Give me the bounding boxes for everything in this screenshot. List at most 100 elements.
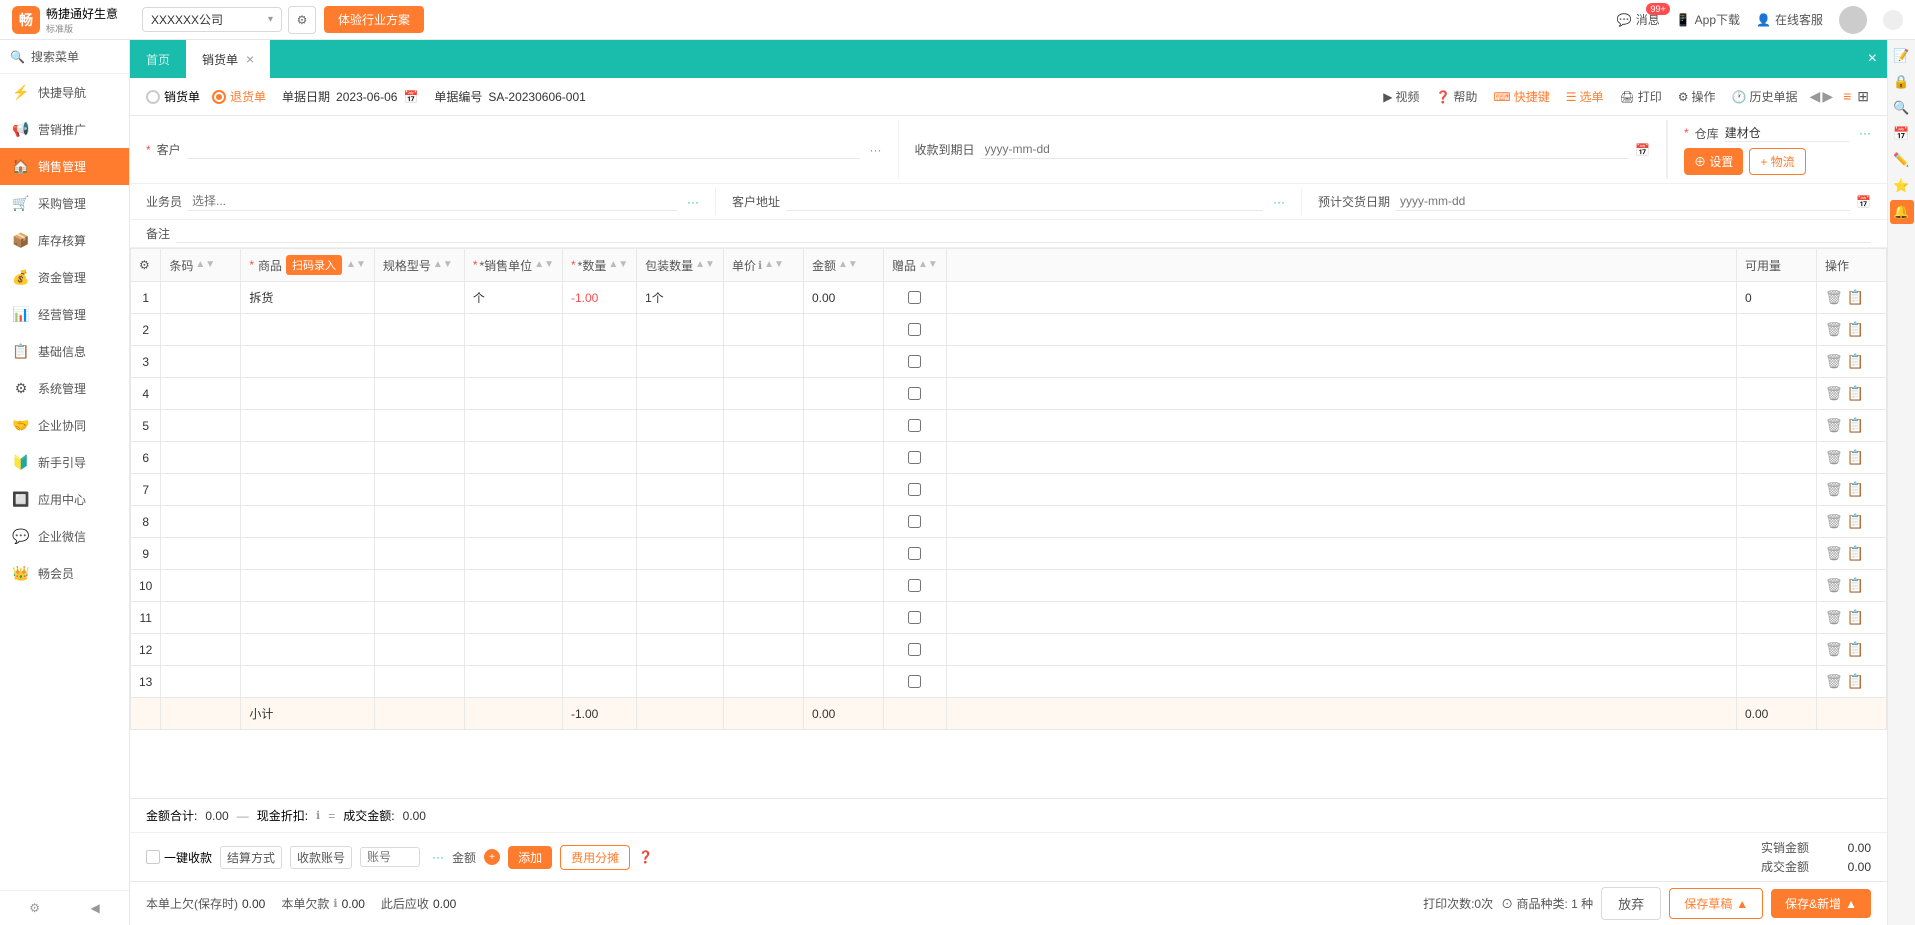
- customer-dots-icon[interactable]: ···: [870, 143, 882, 157]
- copy-row-3[interactable]: 📋: [1847, 353, 1864, 370]
- payment-method-select[interactable]: 结算方式: [220, 846, 282, 869]
- cell-qty-7[interactable]: [562, 474, 636, 506]
- cell-pack-3[interactable]: [637, 346, 724, 378]
- cell-price-1[interactable]: [723, 282, 803, 314]
- delete-row-9[interactable]: 🗑: [1825, 545, 1843, 562]
- sort-product[interactable]: ▲▼: [346, 260, 366, 270]
- sidebar-item-sales[interactable]: 🏠 销售管理: [0, 148, 129, 185]
- cell-qty-4[interactable]: [562, 378, 636, 410]
- cell-pack-4[interactable]: [637, 378, 724, 410]
- cell-barcode-1[interactable]: [161, 282, 241, 314]
- cell-gift-2[interactable]: [883, 314, 946, 346]
- prev-arrow[interactable]: ◀: [1810, 88, 1821, 105]
- cell-qty-10[interactable]: [562, 570, 636, 602]
- cell-qty-1[interactable]: -1.00: [562, 282, 636, 314]
- delete-row-10[interactable]: 🗑: [1825, 577, 1843, 594]
- rp-bell-icon[interactable]: 🔔: [1890, 200, 1914, 224]
- cell-unit-11[interactable]: [464, 602, 562, 634]
- close-all-tabs-button[interactable]: ×: [1868, 50, 1877, 68]
- rp-calendar-icon[interactable]: 📅: [1890, 122, 1914, 146]
- cell-amount-9[interactable]: [803, 538, 883, 570]
- cell-price-7[interactable]: [723, 474, 803, 506]
- cell-barcode-13[interactable]: [161, 666, 241, 698]
- copy-row-12[interactable]: 📋: [1847, 641, 1864, 658]
- delete-row-4[interactable]: 🗑: [1825, 385, 1843, 402]
- delete-row-8[interactable]: 🗑: [1825, 513, 1843, 530]
- discard-button[interactable]: 放弃: [1601, 887, 1661, 920]
- sidebar-item-basics[interactable]: 📋 基础信息: [0, 333, 129, 370]
- cell-price-12[interactable]: [723, 634, 803, 666]
- cell-spec-1[interactable]: [374, 282, 464, 314]
- sort-pack[interactable]: ▲▼: [695, 260, 715, 270]
- cell-qty-12[interactable]: [562, 634, 636, 666]
- cell-amount-5[interactable]: [803, 410, 883, 442]
- cell-amount-1[interactable]: 0.00: [803, 282, 883, 314]
- cell-spec-7[interactable]: [374, 474, 464, 506]
- cell-barcode-9[interactable]: [161, 538, 241, 570]
- save-new-button[interactable]: 保存&新增 ▲: [1771, 889, 1871, 918]
- one-click-checkbox[interactable]: [146, 850, 160, 864]
- cell-qty-11[interactable]: [562, 602, 636, 634]
- expense-split-btn[interactable]: 费用分摊: [560, 845, 630, 870]
- gift-checkbox-9[interactable]: [908, 547, 921, 560]
- next-arrow[interactable]: ▶: [1822, 88, 1833, 105]
- expected-cal-icon[interactable]: 📅: [1856, 195, 1871, 209]
- sort-barcode[interactable]: ▲▼: [195, 260, 215, 270]
- sidebar-item-apps[interactable]: 🔲 应用中心: [0, 481, 129, 518]
- grid-view-icon[interactable]: ⊞: [1855, 86, 1871, 107]
- cell-price-2[interactable]: [723, 314, 803, 346]
- user-menu-icon[interactable]: [1883, 10, 1903, 30]
- cell-pack-1[interactable]: 1个: [637, 282, 724, 314]
- copy-row-7[interactable]: 📋: [1847, 481, 1864, 498]
- gift-checkbox-10[interactable]: [908, 579, 921, 592]
- cell-product-12[interactable]: [241, 634, 374, 666]
- gift-checkbox-6[interactable]: [908, 451, 921, 464]
- sidebar-item-marketing[interactable]: 📢 营销推广: [0, 111, 129, 148]
- cell-pack-2[interactable]: [637, 314, 724, 346]
- gift-checkbox-4[interactable]: [908, 387, 921, 400]
- copy-row-5[interactable]: 📋: [1847, 417, 1864, 434]
- account-select[interactable]: 收款账号: [290, 846, 352, 869]
- help-btn[interactable]: ❓ 帮助: [1431, 86, 1481, 107]
- cell-price-9[interactable]: [723, 538, 803, 570]
- cell-gift-11[interactable]: [883, 602, 946, 634]
- copy-row-13[interactable]: 📋: [1847, 673, 1864, 690]
- salesperson-input[interactable]: [188, 192, 677, 211]
- sidebar-item-enterprise[interactable]: 🤝 企业协同: [0, 407, 129, 444]
- account-dots[interactable]: ···: [432, 850, 444, 864]
- cell-spec-3[interactable]: [374, 346, 464, 378]
- cell-amount-12[interactable]: [803, 634, 883, 666]
- customer-input[interactable]: [187, 140, 860, 159]
- cell-unit-6[interactable]: [464, 442, 562, 474]
- sidebar-item-finance[interactable]: 💰 资金管理: [0, 259, 129, 296]
- doc-date-value[interactable]: 2023-06-06: [336, 90, 397, 104]
- th-settings[interactable]: ⚙: [131, 249, 161, 282]
- cell-qty-8[interactable]: [562, 506, 636, 538]
- cell-pack-11[interactable]: [637, 602, 724, 634]
- add-amount-icon[interactable]: +: [484, 849, 500, 865]
- sort-spec[interactable]: ▲▼: [433, 260, 453, 270]
- tab-sales-order[interactable]: 销货单 ×: [186, 40, 270, 78]
- message-icon-item[interactable]: 💬 消息 99+: [1617, 11, 1660, 28]
- rp-search-icon[interactable]: 🔍: [1890, 96, 1914, 120]
- cell-unit-3[interactable]: [464, 346, 562, 378]
- cell-barcode-7[interactable]: [161, 474, 241, 506]
- cell-gift-3[interactable]: [883, 346, 946, 378]
- cell-price-13[interactable]: [723, 666, 803, 698]
- cell-spec-10[interactable]: [374, 570, 464, 602]
- doc-settings-btn[interactable]: ⊕ 设置: [1684, 148, 1743, 175]
- cell-unit-4[interactable]: [464, 378, 562, 410]
- tab-close-icon[interactable]: ×: [246, 51, 254, 67]
- expense-help-icon[interactable]: ❓: [638, 850, 653, 864]
- cell-unit-8[interactable]: [464, 506, 562, 538]
- gift-checkbox-2[interactable]: [908, 323, 921, 336]
- doc-logistics-btn[interactable]: + 物流: [1749, 148, 1805, 175]
- online-support-item[interactable]: 👤 在线客服: [1756, 11, 1823, 28]
- sort-unit[interactable]: ▲▼: [534, 260, 554, 270]
- cell-barcode-10[interactable]: [161, 570, 241, 602]
- cell-product-13[interactable]: [241, 666, 374, 698]
- discount-info-icon[interactable]: ℹ: [316, 809, 320, 822]
- sidebar-search[interactable]: 🔍 搜索菜单: [0, 40, 129, 74]
- gear-button[interactable]: ⚙: [288, 6, 316, 34]
- cell-unit-10[interactable]: [464, 570, 562, 602]
